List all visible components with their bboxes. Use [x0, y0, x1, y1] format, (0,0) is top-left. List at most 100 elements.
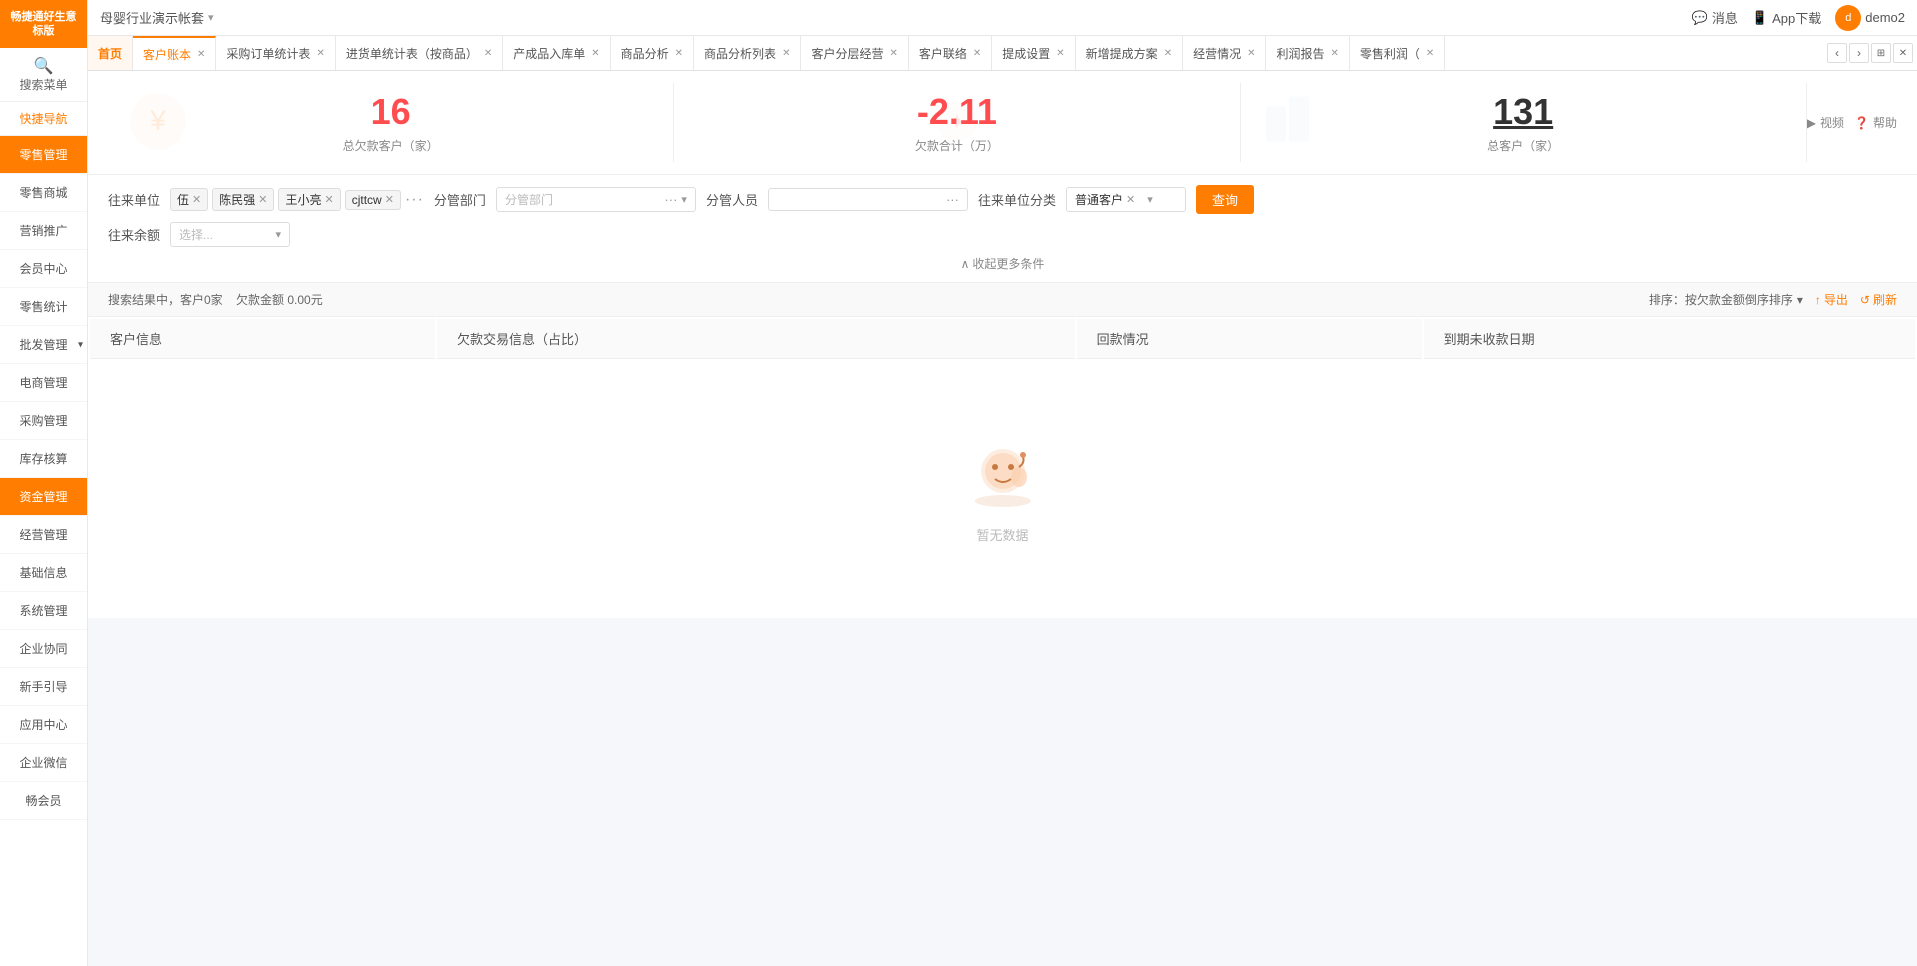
export-btn[interactable]: ↑ 导出 — [1815, 291, 1848, 308]
tab-product-analysis-list[interactable]: 商品分析列表 ✕ — [694, 36, 801, 70]
tab-new-achievement-label: 新增提成方案 — [1086, 45, 1158, 62]
tab-customer-segment[interactable]: 客户分层经营 ✕ — [801, 36, 908, 70]
unit-filter-label: 往来单位 — [108, 190, 160, 209]
tab-purchase-stats[interactable]: 进货单统计表（按商品） ✕ — [336, 36, 503, 70]
sidebar-item-member[interactable]: 会员中心 — [0, 250, 87, 288]
empty-state: 暂无数据 — [110, 373, 1895, 604]
sidebar-item-purchase[interactable]: 采购管理 — [0, 402, 87, 440]
collapse-filter-btn[interactable]: ∧ 收起更多条件 — [961, 255, 1045, 272]
staff-selector[interactable]: ··· — [768, 188, 968, 211]
dept-selector[interactable]: 分管部门 ··· ▾ — [496, 187, 696, 212]
tab-prompt-settings[interactable]: 提成设置 ✕ — [992, 36, 1075, 70]
sort-selector[interactable]: 排序：按欠款金额倒序排序 ▾ — [1649, 291, 1803, 308]
tab-close-icon[interactable]: ✕ — [1164, 48, 1172, 59]
tag-close-cjttcw[interactable]: ✕ — [385, 193, 394, 206]
sort-arrow-icon: ▾ — [1797, 293, 1803, 307]
tab-close-icon[interactable]: ✕ — [1426, 48, 1434, 59]
unit-class-close[interactable]: ✕ — [1126, 193, 1135, 206]
sidebar-item-retail-mgmt[interactable]: 零售管理 — [0, 136, 87, 174]
empty-text: 暂无数据 — [976, 525, 1028, 544]
sidebar-item-wholesale[interactable]: 批发管理 — [0, 326, 87, 364]
sidebar-retailstats-label: 零售统计 — [6, 298, 81, 315]
balance-selector[interactable]: 选择... ▾ — [170, 222, 290, 247]
unit-class-arrow-icon: ▾ — [1147, 193, 1153, 206]
tab-next-btn[interactable]: › — [1849, 43, 1869, 63]
tab-production-entry[interactable]: 产成品入库单 ✕ — [503, 36, 610, 70]
result-summary: 搜索结果中，客户0家 欠款金额 0.00元 — [108, 291, 323, 308]
filter-tag-chen[interactable]: 陈民强 ✕ — [212, 188, 274, 211]
filter-tag-wu[interactable]: 伍 ✕ — [170, 188, 208, 211]
stat-icon-3 — [1261, 91, 1321, 154]
sidebar-item-retail-mall[interactable]: 零售商城 — [0, 174, 87, 212]
tab-operations[interactable]: 经营情况 ✕ — [1183, 36, 1266, 70]
refresh-btn[interactable]: ↺ 刷新 — [1860, 291, 1897, 308]
query-button[interactable]: 查询 — [1196, 185, 1254, 214]
tab-product-analysis[interactable]: 商品分析 ✕ — [611, 36, 694, 70]
tab-close-icon[interactable]: ✕ — [973, 48, 981, 59]
sidebar-item-app-center[interactable]: 应用中心 — [0, 706, 87, 744]
unit-class-selector[interactable]: 普通客户 ✕ ▾ — [1066, 187, 1186, 212]
tab-customer-contact[interactable]: 客户联络 ✕ — [909, 36, 992, 70]
filter-tag-cjttcw[interactable]: cjttcw ✕ — [345, 190, 401, 210]
sidebar-item-search[interactable]: 🔍 搜索菜单 — [0, 48, 87, 102]
sidebar-item-finance[interactable]: 资金管理 — [0, 478, 87, 516]
sidebar-retailmgmt-label: 零售管理 — [6, 146, 81, 163]
messages-btn[interactable]: 💬 消息 — [1692, 8, 1738, 27]
video-btn[interactable]: ▶ 视频 — [1807, 114, 1844, 131]
tag-close-wang[interactable]: ✕ — [325, 193, 334, 206]
sidebar-item-marketing[interactable]: 营销推广 — [0, 212, 87, 250]
tag-close-chen[interactable]: ✕ — [258, 193, 267, 206]
app-download-btn[interactable]: 📱 App下载 — [1752, 8, 1821, 27]
sidebar-purchase-label: 采购管理 — [6, 412, 81, 429]
tab-new-achievement[interactable]: 新增提成方案 ✕ — [1076, 36, 1183, 70]
sidebar-item-inventory[interactable]: 库存核算 — [0, 440, 87, 478]
sidebar-item-fast-nav[interactable]: 快捷导航 — [0, 102, 87, 136]
tab-customer-segment-label: 客户分层经营 — [811, 45, 883, 62]
tab-expand-btn[interactable]: ⊞ — [1871, 43, 1891, 63]
filter-tag-wang[interactable]: 王小亮 ✕ — [278, 188, 340, 211]
sidebar-item-new-guide[interactable]: 新手引导 — [0, 668, 87, 706]
filter-more-btn[interactable]: ··· — [405, 191, 424, 209]
sidebar-item-operations[interactable]: 经营管理 — [0, 516, 87, 554]
tab-close-icon[interactable]: ✕ — [1331, 48, 1339, 59]
app-logo: 畅捷通好生意 标版 — [0, 0, 87, 48]
sidebar-appcenter-label: 应用中心 — [6, 716, 81, 733]
tag-close-wu[interactable]: ✕ — [192, 193, 201, 206]
dept-arrow-icon: ▾ — [681, 193, 687, 206]
topbar-right: 💬 消息 📱 App下载 d demo2 — [1692, 5, 1905, 31]
sidebar-system-label: 系统管理 — [6, 602, 81, 619]
tab-customer-account[interactable]: 客户账本 ✕ — [133, 36, 216, 70]
tab-close-icon[interactable]: ✕ — [889, 48, 897, 59]
sidebar-item-ecommerce[interactable]: 电商管理 — [0, 364, 87, 402]
tab-close-icon[interactable]: ✕ — [591, 48, 599, 59]
sidebar-item-retail-stats[interactable]: 零售统计 — [0, 288, 87, 326]
avatar: d — [1835, 5, 1861, 31]
tab-prev-btn[interactable]: ‹ — [1827, 43, 1847, 63]
empty-icon — [963, 433, 1043, 513]
result-bar: 搜索结果中，客户0家 欠款金额 0.00元 排序：按欠款金额倒序排序 ▾ ↑ 导… — [88, 283, 1917, 317]
tab-close-all-btn[interactable]: ✕ — [1893, 43, 1913, 63]
help-btn[interactable]: ❓ 帮助 — [1854, 114, 1897, 131]
sidebar-item-wechat[interactable]: 企业微信 — [0, 744, 87, 782]
tab-close-icon[interactable]: ✕ — [197, 49, 205, 60]
tab-close-icon[interactable]: ✕ — [1056, 48, 1064, 59]
tab-close-icon[interactable]: ✕ — [782, 48, 790, 59]
sidebar-item-base-info[interactable]: 基础信息 — [0, 554, 87, 592]
stat-customers-value: 16 — [371, 91, 411, 133]
tab-purchase-order[interactable]: 采购订单统计表 ✕ — [216, 36, 335, 70]
user-profile[interactable]: d demo2 — [1835, 5, 1905, 31]
tab-close-icon[interactable]: ✕ — [1247, 48, 1255, 59]
tab-home[interactable]: 首页 — [88, 36, 133, 70]
sidebar-item-vip[interactable]: 畅会员 — [0, 782, 87, 820]
stats-row: ¥ 16 总欠款客户（家） ✦ -2.11 欠款合计（万） — [88, 71, 1917, 175]
sidebar-item-system[interactable]: 系统管理 — [0, 592, 87, 630]
stat-total-customers-value: 131 — [1493, 91, 1553, 133]
sidebar-item-enterprise[interactable]: 企业协同 — [0, 630, 87, 668]
tab-profit-report[interactable]: 利润报告 ✕ — [1266, 36, 1349, 70]
tab-retail-profit[interactable]: 零售利润（ ✕ — [1350, 36, 1445, 70]
tab-close-icon[interactable]: ✕ — [675, 48, 683, 59]
tab-close-icon[interactable]: ✕ — [484, 48, 492, 59]
tab-close-icon[interactable]: ✕ — [316, 48, 324, 59]
store-selector[interactable]: 母婴行业演示帐套 ▾ — [100, 8, 214, 27]
sort-label: 排序：按欠款金额倒序排序 — [1649, 291, 1793, 308]
